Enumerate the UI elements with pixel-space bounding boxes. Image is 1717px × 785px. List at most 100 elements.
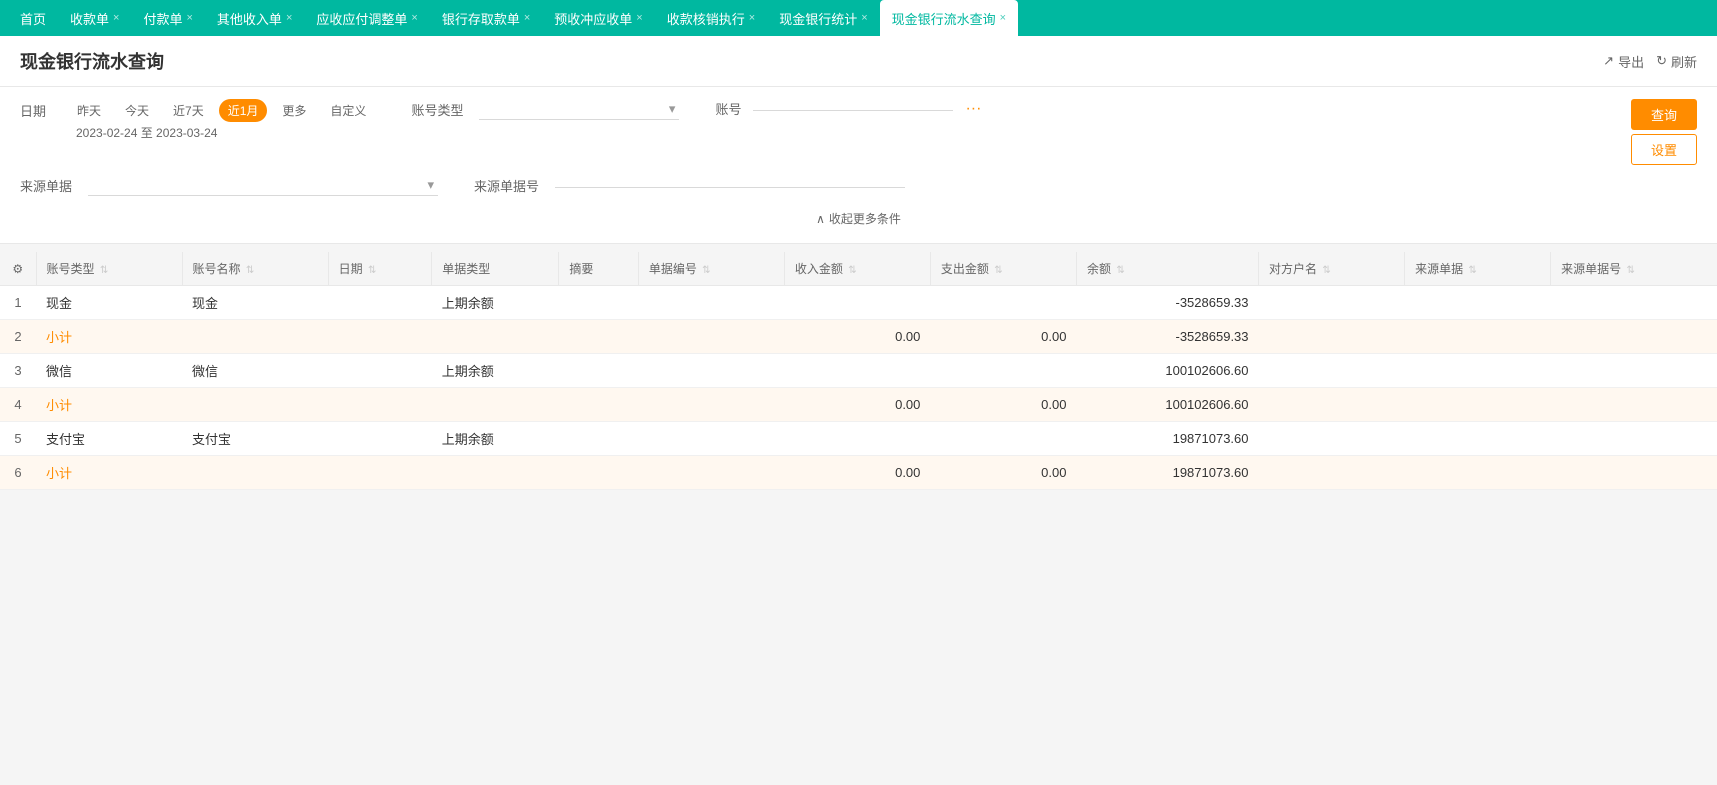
nav-other-income[interactable]: 其他收入单 ×: [205, 0, 304, 36]
nav-receipt-close[interactable]: ×: [113, 12, 119, 24]
cell-account-name: [182, 320, 328, 354]
account-dots-button[interactable]: ···: [965, 100, 981, 118]
page-title: 现金银行流水查询: [20, 48, 164, 74]
top-nav: 首页 收款单 × 付款单 × 其他收入单 × 应收应付调整单 × 银行存取款单 …: [0, 0, 1717, 36]
refresh-button[interactable]: ↻ 刷新: [1656, 52, 1697, 71]
cell-expense: 0.00: [930, 320, 1076, 354]
cell-counterpart: [1259, 320, 1405, 354]
collapse-bar[interactable]: ∧ 收起更多条件: [20, 206, 1697, 231]
cell-expense: [930, 422, 1076, 456]
table-row[interactable]: 5 支付宝 支付宝 上期余额 19871073.60: [0, 422, 1717, 456]
settings-button[interactable]: 设置: [1631, 134, 1697, 165]
table-row[interactable]: 3 微信 微信 上期余额 100102606.60: [0, 354, 1717, 388]
export-icon: ↗: [1603, 53, 1614, 69]
nav-ar-adjust[interactable]: 应收应付调整单 ×: [304, 0, 429, 36]
nav-prepay[interactable]: 预收冲应收单 ×: [542, 0, 654, 36]
cell-summary: [559, 456, 638, 490]
date-filter-label: 日期: [20, 101, 60, 120]
cell-summary: [559, 422, 638, 456]
col-account-name[interactable]: 账号名称 ⇅: [182, 252, 328, 286]
nav-flow-query-close[interactable]: ×: [1000, 12, 1006, 24]
export-button[interactable]: ↗ 导出: [1603, 52, 1644, 71]
nav-other-income-close[interactable]: ×: [286, 12, 292, 24]
table-row[interactable]: 4 小计 0.00 0.00 100102606.60: [0, 388, 1717, 422]
cell-doc-no: [638, 456, 784, 490]
date-btn-7days[interactable]: 近7天: [164, 99, 213, 122]
cell-expense: [930, 286, 1076, 320]
date-btn-custom[interactable]: 自定义: [321, 99, 375, 122]
nav-stats-close[interactable]: ×: [861, 12, 867, 24]
source-doc-select[interactable]: ▾: [88, 175, 438, 196]
cell-source-doc-no: [1551, 320, 1717, 354]
col-expense[interactable]: 支出金额 ⇅: [930, 252, 1076, 286]
source-doc-num-input[interactable]: [555, 183, 905, 188]
col-account-type[interactable]: 账号类型 ⇅: [36, 252, 182, 286]
refresh-icon: ↻: [1656, 53, 1667, 69]
nav-bank-deposit[interactable]: 银行存取款单 ×: [430, 0, 542, 36]
cell-row-num: 2: [0, 320, 36, 354]
nav-stats[interactable]: 现金银行统计 ×: [767, 0, 879, 36]
cell-income: [784, 422, 930, 456]
col-source-doc[interactable]: 来源单据 ⇅: [1405, 252, 1551, 286]
header-actions: ↗ 导出 ↻ 刷新: [1603, 52, 1697, 71]
cell-source-doc: [1405, 286, 1551, 320]
table-row[interactable]: 1 现金 现金 上期余额 -3528659.33: [0, 286, 1717, 320]
date-btn-1month[interactable]: 近1月: [219, 99, 268, 122]
col-income[interactable]: 收入金额 ⇅: [784, 252, 930, 286]
col-source-doc-no[interactable]: 来源单据号 ⇅: [1551, 252, 1717, 286]
cell-account-type: 现金: [36, 286, 182, 320]
nav-verify-label: 收款核销执行: [667, 9, 745, 28]
col-summary[interactable]: 摘要: [559, 252, 638, 286]
cell-source-doc: [1405, 456, 1551, 490]
account-label: 账号: [715, 99, 745, 118]
nav-ar-adjust-close[interactable]: ×: [411, 12, 417, 24]
nav-flow-query[interactable]: 现金银行流水查询 ×: [880, 0, 1018, 36]
cell-date: [328, 388, 432, 422]
cell-date: [328, 422, 432, 456]
nav-flow-query-label: 现金银行流水查询: [892, 9, 996, 28]
date-btn-more[interactable]: 更多: [273, 99, 315, 122]
cell-counterpart: [1259, 456, 1405, 490]
cell-balance: 19871073.60: [1076, 456, 1258, 490]
cell-doc-no: [638, 320, 784, 354]
nav-prepay-label: 预收冲应收单: [554, 9, 632, 28]
cell-doc-no: [638, 354, 784, 388]
query-button[interactable]: 查询: [1631, 99, 1697, 130]
cell-expense: 0.00: [930, 388, 1076, 422]
table-row[interactable]: 2 小计 0.00 0.00 -3528659.33: [0, 320, 1717, 354]
nav-payment[interactable]: 付款单 ×: [131, 0, 204, 36]
col-counterpart[interactable]: 对方户名 ⇅: [1259, 252, 1405, 286]
date-btn-yesterday[interactable]: 昨天: [68, 99, 110, 122]
table-row[interactable]: 6 小计 0.00 0.00 19871073.60: [0, 456, 1717, 490]
nav-home[interactable]: 首页: [8, 0, 58, 36]
cell-source-doc: [1405, 354, 1551, 388]
date-btn-today[interactable]: 今天: [116, 99, 158, 122]
nav-payment-close[interactable]: ×: [186, 12, 192, 24]
account-type-select[interactable]: ▾: [479, 99, 679, 120]
cell-account-name: 微信: [182, 354, 328, 388]
col-settings[interactable]: ⚙: [0, 252, 36, 286]
account-input[interactable]: [753, 106, 953, 111]
col-doc-no[interactable]: 单据编号 ⇅: [638, 252, 784, 286]
nav-prepay-close[interactable]: ×: [636, 12, 642, 24]
cell-row-num: 3: [0, 354, 36, 388]
nav-receipt-label: 收款单: [70, 9, 109, 28]
page-header: 现金银行流水查询 ↗ 导出 ↻ 刷新: [0, 36, 1717, 87]
nav-receipt[interactable]: 收款单 ×: [58, 0, 131, 36]
date-options: 昨天 今天 近7天 近1月 更多 自定义: [68, 99, 375, 122]
source-doc-dropdown-icon: ▾: [427, 177, 434, 193]
cell-balance: -3528659.33: [1076, 286, 1258, 320]
col-doc-type[interactable]: 单据类型: [432, 252, 559, 286]
col-account-name-sort: ⇅: [246, 265, 254, 276]
cell-row-num: 4: [0, 388, 36, 422]
nav-verify[interactable]: 收款核销执行 ×: [655, 0, 767, 36]
nav-verify-close[interactable]: ×: [749, 12, 755, 24]
cell-income: [784, 286, 930, 320]
cell-source-doc-no: [1551, 388, 1717, 422]
nav-bank-deposit-close[interactable]: ×: [524, 12, 530, 24]
col-doc-no-label: 单据编号: [649, 262, 697, 276]
col-date-label: 日期: [339, 262, 363, 276]
col-date[interactable]: 日期 ⇅: [328, 252, 432, 286]
col-balance[interactable]: 余额 ⇅: [1076, 252, 1258, 286]
collapse-label: 收起更多条件: [829, 210, 901, 227]
